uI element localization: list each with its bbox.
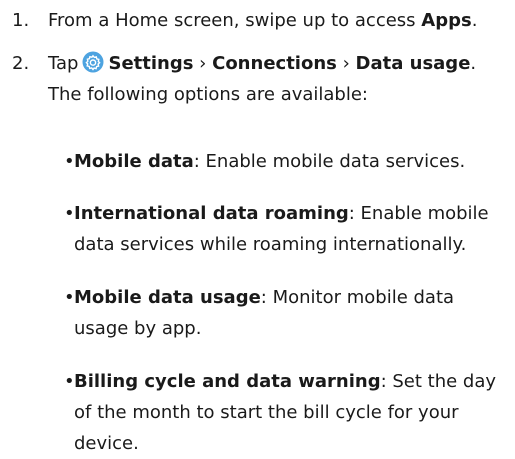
step-number: 1. [12, 10, 30, 31]
option-title: International data roaming [74, 203, 349, 224]
step-text-intro: From a Home screen, swipe up to access [48, 10, 422, 31]
settings-label: Settings [108, 53, 194, 74]
separator: › [336, 53, 356, 74]
option-title: Billing cycle and data warning [74, 371, 381, 392]
option-title: Mobile data usage [74, 287, 261, 308]
option-text: Billing cycle and data warning: Set the … [74, 366, 514, 459]
data-usage-label: Data usage [355, 53, 471, 74]
apps-label: Apps [421, 10, 472, 31]
connections-label: Connections [212, 53, 337, 74]
step-text: Tap Settings › Connections › Data usage.… [48, 48, 513, 110]
option-title: Mobile data [74, 151, 194, 172]
separator: › [193, 53, 213, 74]
step-number: 2. [12, 53, 30, 74]
tap-label: Tap [48, 53, 79, 74]
option-text: International data roaming: Enable mobil… [74, 198, 514, 260]
step-text: From a Home screen, swipe up to access A… [48, 5, 513, 36]
gear-icon [82, 51, 104, 73]
option-description: : Enable mobile data services. [193, 151, 466, 172]
step-text-end: . [471, 10, 478, 31]
option-text: Mobile data: Enable mobile data services… [74, 146, 514, 177]
option-text: Mobile data usage: Monitor mobile data u… [74, 282, 514, 344]
instructions-document: 1. From a Home screen, swipe up to acces… [0, 0, 515, 454]
